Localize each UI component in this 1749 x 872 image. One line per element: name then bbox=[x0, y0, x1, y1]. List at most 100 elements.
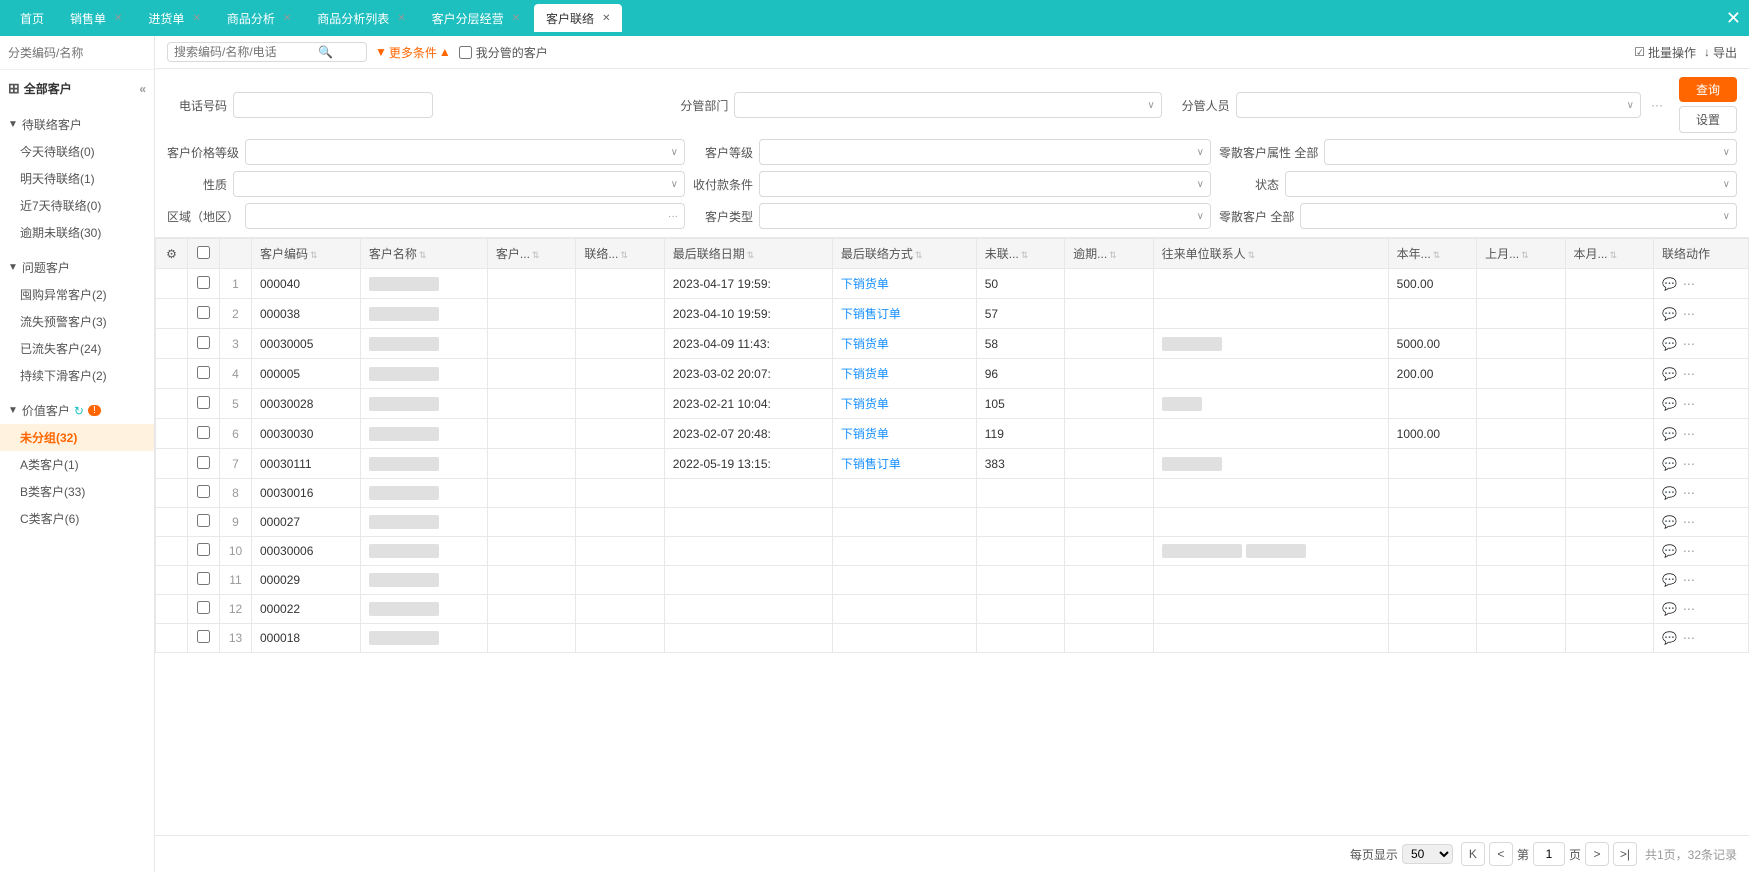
my-customers-checkbox[interactable] bbox=[459, 46, 472, 59]
th-overdue[interactable]: 逾期...⇅ bbox=[1065, 239, 1153, 269]
nature-select[interactable]: ∨ bbox=[233, 171, 685, 197]
more-action-icon[interactable]: ⋯ bbox=[1683, 337, 1695, 351]
tab-sales[interactable]: 销售单 ✕ bbox=[58, 4, 134, 32]
th-external-contact[interactable]: 往来单位联系人⇅ bbox=[1153, 239, 1388, 269]
chat-icon[interactable]: 💬 bbox=[1662, 397, 1677, 411]
more-action-icon[interactable]: ⋯ bbox=[1683, 544, 1695, 558]
sidebar-item-today[interactable]: 今天待联络(0) bbox=[0, 138, 154, 165]
filter-search-icon[interactable]: 🔍 bbox=[318, 45, 333, 59]
row-checkbox[interactable] bbox=[197, 456, 210, 469]
tab-purchase[interactable]: 进货单 ✕ bbox=[136, 4, 212, 32]
chat-icon[interactable]: 💬 bbox=[1662, 457, 1677, 471]
row-checkbox[interactable] bbox=[197, 306, 210, 319]
chat-icon[interactable]: 💬 bbox=[1662, 337, 1677, 351]
th-last-contact-method[interactable]: 最后联络方式⇅ bbox=[832, 239, 976, 269]
close-purchase-tab[interactable]: ✕ bbox=[192, 13, 200, 24]
tab-home[interactable]: 首页 bbox=[8, 4, 56, 32]
dept-select[interactable]: ∨ bbox=[734, 92, 1161, 118]
row-checkbox[interactable] bbox=[197, 485, 210, 498]
sidebar-item-declining[interactable]: 持续下滑客户(2) bbox=[0, 362, 154, 389]
filter-search-input[interactable] bbox=[174, 45, 314, 59]
tab-product-analysis-list[interactable]: 商品分析列表 ✕ bbox=[305, 4, 417, 32]
price-level-select[interactable]: ∨ bbox=[245, 139, 685, 165]
chat-icon[interactable]: 💬 bbox=[1662, 427, 1677, 441]
close-customer-segment-tab[interactable]: ✕ bbox=[512, 13, 520, 24]
chat-icon[interactable]: 💬 bbox=[1662, 602, 1677, 616]
sidebar-item-churned[interactable]: 已流失客户(24) bbox=[0, 335, 154, 362]
export-btn[interactable]: ↓ 导出 bbox=[1704, 44, 1737, 61]
tab-customer-segment[interactable]: 客户分层经营 ✕ bbox=[420, 4, 532, 32]
sidebar-item-7days[interactable]: 近7天待联络(0) bbox=[0, 192, 154, 219]
th-last-month[interactable]: 上月...⇅ bbox=[1477, 239, 1565, 269]
close-customer-contact-tab[interactable]: ✕ bbox=[602, 13, 610, 24]
more-action-icon[interactable]: ⋯ bbox=[1683, 307, 1695, 321]
value-customers-header[interactable]: ▼ 价值客户 ↻ ! bbox=[0, 397, 154, 424]
more-action-icon[interactable]: ⋯ bbox=[1683, 573, 1695, 587]
th-this-month[interactable]: 本月...⇅ bbox=[1565, 239, 1653, 269]
th-customer-type[interactable]: 客户...⇅ bbox=[487, 239, 575, 269]
row-checkbox[interactable] bbox=[197, 514, 210, 527]
page-input[interactable] bbox=[1533, 842, 1565, 866]
tab-customer-contact[interactable]: 客户联络 ✕ bbox=[534, 4, 622, 32]
th-customer-code[interactable]: 客户编码⇅ bbox=[252, 239, 361, 269]
sidebar-item-overdue[interactable]: 逾期未联络(30) bbox=[0, 219, 154, 246]
sidebar-item-tomorrow[interactable]: 明天待联络(1) bbox=[0, 165, 154, 192]
more-action-icon[interactable]: ⋯ bbox=[1683, 457, 1695, 471]
next-page-btn[interactable]: > bbox=[1585, 842, 1609, 866]
refresh-icon[interactable]: ↻ bbox=[74, 404, 84, 418]
sidebar-item-class-b[interactable]: B类客户(33) bbox=[0, 478, 154, 505]
close-sales-tab[interactable]: ✕ bbox=[114, 13, 122, 24]
sidebar-item-hoarding[interactable]: 囤购异常客户(2) bbox=[0, 281, 154, 308]
chat-icon[interactable]: 💬 bbox=[1662, 307, 1677, 321]
retail-attr-select[interactable]: ∨ bbox=[1324, 139, 1737, 165]
more-action-icon[interactable]: ⋯ bbox=[1683, 631, 1695, 645]
close-product-analysis-tab[interactable]: ✕ bbox=[283, 13, 291, 24]
row-checkbox[interactable] bbox=[197, 426, 210, 439]
last-method-link[interactable]: 下销货单 bbox=[841, 277, 889, 291]
chat-icon[interactable]: 💬 bbox=[1662, 544, 1677, 558]
sidebar-item-class-a[interactable]: A类客户(1) bbox=[0, 451, 154, 478]
last-method-link[interactable]: 下销货单 bbox=[841, 367, 889, 381]
chat-icon[interactable]: 💬 bbox=[1662, 367, 1677, 381]
customer-level-select[interactable]: ∨ bbox=[759, 139, 1211, 165]
close-product-analysis-list-tab[interactable]: ✕ bbox=[397, 13, 405, 24]
more-action-icon[interactable]: ⋯ bbox=[1683, 515, 1695, 529]
row-checkbox[interactable] bbox=[197, 601, 210, 614]
more-action-icon[interactable]: ⋯ bbox=[1683, 277, 1695, 291]
row-checkbox[interactable] bbox=[197, 572, 210, 585]
batch-ops-btn[interactable]: ☑ 批量操作 bbox=[1634, 44, 1696, 61]
chat-icon[interactable]: 💬 bbox=[1662, 515, 1677, 529]
last-method-link[interactable]: 下销售订单 bbox=[841, 307, 901, 321]
more-action-icon[interactable]: ⋯ bbox=[1683, 367, 1695, 381]
th-settings[interactable]: ⚙ bbox=[156, 239, 188, 269]
sidebar-item-ungrouped[interactable]: 未分组(32) bbox=[0, 424, 154, 451]
region-select[interactable]: ··· bbox=[245, 203, 685, 229]
th-this-year[interactable]: 本年...⇅ bbox=[1388, 239, 1476, 269]
retail-customer-select[interactable]: ∨ bbox=[1300, 203, 1737, 229]
prev-page-btn[interactable]: < bbox=[1489, 842, 1513, 866]
more-action-icon[interactable]: ⋯ bbox=[1683, 486, 1695, 500]
customer-type-select[interactable]: ∨ bbox=[759, 203, 1211, 229]
chat-icon[interactable]: 💬 bbox=[1662, 277, 1677, 291]
th-contact[interactable]: 联络...⇅ bbox=[576, 239, 664, 269]
th-last-contact-date[interactable]: 最后联络日期⇅ bbox=[664, 239, 832, 269]
chat-icon[interactable]: 💬 bbox=[1662, 573, 1677, 587]
more-action-icon[interactable]: ⋯ bbox=[1683, 427, 1695, 441]
reset-button[interactable]: 设置 bbox=[1679, 106, 1737, 133]
row-checkbox[interactable] bbox=[197, 276, 210, 289]
th-not-contacted[interactable]: 未联...⇅ bbox=[976, 239, 1064, 269]
pending-contact-header[interactable]: ▼ 待联络客户 bbox=[0, 111, 154, 138]
last-page-btn[interactable]: >| bbox=[1613, 842, 1637, 866]
more-action-icon[interactable]: ⋯ bbox=[1683, 602, 1695, 616]
row-checkbox[interactable] bbox=[197, 336, 210, 349]
row-checkbox[interactable] bbox=[197, 630, 210, 643]
row-checkbox[interactable] bbox=[197, 396, 210, 409]
status-select[interactable]: ∨ bbox=[1285, 171, 1737, 197]
per-page-select[interactable]: 50 100 bbox=[1402, 844, 1453, 864]
all-customers-item[interactable]: ⊞ 全部客户 « bbox=[0, 74, 154, 103]
select-all-checkbox[interactable] bbox=[197, 246, 210, 259]
close-all-tabs[interactable]: ✕ bbox=[1726, 8, 1741, 29]
sidebar-search-input[interactable] bbox=[8, 46, 155, 60]
sidebar-item-churn-warning[interactable]: 流失预警客户(3) bbox=[0, 308, 154, 335]
more-conditions-btn[interactable]: ▼ 更多条件 ▲ bbox=[375, 44, 451, 61]
